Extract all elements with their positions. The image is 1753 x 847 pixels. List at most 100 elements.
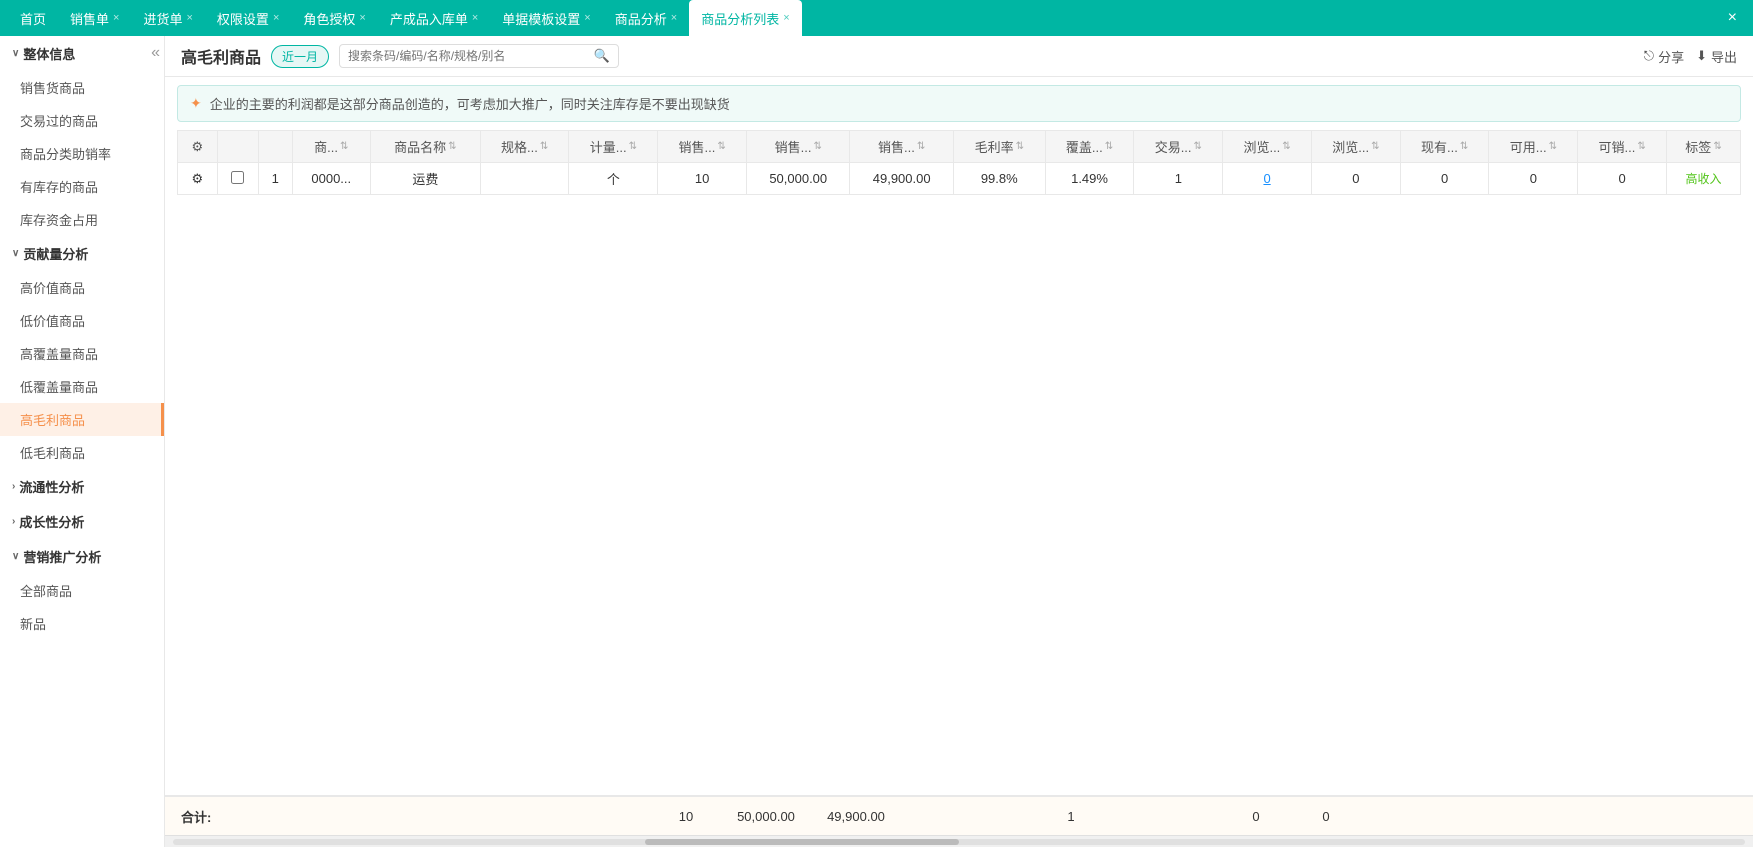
sort-icon-spec[interactable]: ⇅ [540, 141, 548, 152]
info-banner-text: 企业的主要的利润都是这部分商品创造的，可考虑加大推广，同时关注库存是不要出现缺货 [210, 94, 730, 113]
footer-cell-9: 49,900.00 [811, 809, 901, 824]
close-tab-icon[interactable]: × [584, 12, 590, 24]
col-header-code[interactable]: 商...⇅ [292, 131, 370, 163]
sort-icon-unit[interactable]: ⇅ [629, 141, 637, 152]
sidebar-item-inventory-ratio[interactable]: 库存资金占用 [0, 203, 164, 236]
export-button[interactable]: ⬇ 导出 [1696, 47, 1737, 66]
group-arrow-overall: ∨ [12, 48, 19, 59]
export-label: 导出 [1711, 47, 1737, 66]
share-button[interactable]: ⎋ 分享 [1644, 47, 1684, 66]
sidebar-item-high-margin[interactable]: 高毛利商品 [0, 403, 164, 436]
sidebar-item-new-products[interactable]: 新品 [0, 607, 164, 640]
col-header-browse1[interactable]: 浏览...⇅ [1223, 131, 1312, 163]
sidebar-group-title-overall[interactable]: ∨整体信息 [0, 36, 164, 71]
sidebar-item-sales-ranking[interactable]: 销售货商品 [0, 71, 164, 104]
data-table: ⚙商...⇅商品名称⇅规格...⇅计量...⇅销售...⇅销售...⇅销售...… [177, 130, 1741, 195]
sort-icon-tag[interactable]: ⇅ [1713, 141, 1721, 152]
sort-icon-code[interactable]: ⇅ [340, 141, 348, 152]
col-header-coverage[interactable]: 覆盖...⇅ [1045, 131, 1134, 163]
bottom-scrollbar[interactable] [165, 835, 1753, 847]
col-header-gross_margin[interactable]: 毛利率⇅ [953, 131, 1045, 163]
sort-icon-current_stock[interactable]: ⇅ [1460, 141, 1468, 152]
sidebar-group-title-marketing[interactable]: ∨营销推广分析 [0, 539, 164, 574]
sidebar-item-inventoried[interactable]: 有库存的商品 [0, 170, 164, 203]
nav-tab-sales[interactable]: 销售单× [58, 0, 131, 36]
col-header-current_stock[interactable]: 现有...⇅ [1400, 131, 1489, 163]
col-header-sales_amount[interactable]: 销售...⇅ [747, 131, 850, 163]
search-icon[interactable]: 🔍 [594, 48, 610, 64]
sidebar-item-high-freq[interactable]: 高覆盖量商品 [0, 337, 164, 370]
col-header-transaction[interactable]: 交易...⇅ [1134, 131, 1223, 163]
nav-tab-home[interactable]: 首页 [8, 0, 58, 36]
filter-tag[interactable]: 近一月 [271, 45, 329, 68]
nav-tab-templates[interactable]: 单据模板设置× [490, 0, 602, 36]
sort-icon-sales_cost[interactable]: ⇅ [917, 141, 925, 152]
sort-icon-sellable[interactable]: ⇅ [1637, 141, 1645, 152]
group-label-flow: 流通性分析 [19, 477, 84, 496]
sidebar-group-title-growth[interactable]: › 成长性分析 [0, 504, 164, 539]
col-header-name[interactable]: 商品名称⇅ [370, 131, 480, 163]
col-header-sales_cost[interactable]: 销售...⇅ [850, 131, 953, 163]
close-tab-icon[interactable]: × [113, 12, 119, 24]
group-arrow-growth: › [12, 516, 15, 527]
col-header-sellable[interactable]: 可销...⇅ [1578, 131, 1667, 163]
sidebar-item-high-value[interactable]: 高价值商品 [0, 271, 164, 304]
footer-cell-0 [231, 809, 271, 824]
sort-icon-sales_qty[interactable]: ⇅ [717, 141, 725, 152]
nav-tab-label: 进货单 [143, 9, 182, 28]
close-tab-icon[interactable]: × [783, 12, 789, 24]
footer-cell-7: 10 [651, 809, 721, 824]
sort-icon-transaction[interactable]: ⇅ [1194, 141, 1202, 152]
col-header-tag[interactable]: 标签⇅ [1667, 131, 1741, 163]
sort-icon-sales_amount[interactable]: ⇅ [813, 141, 821, 152]
sort-icon-available[interactable]: ⇅ [1549, 141, 1557, 152]
group-label-financial: 贡献量分析 [23, 244, 88, 263]
share-icon: ⎋ [1644, 48, 1654, 64]
search-input[interactable] [348, 49, 590, 63]
sidebar-group-title-flow[interactable]: ›流通性分析 [0, 469, 164, 504]
nav-tab-permissions[interactable]: 权限设置× [205, 0, 291, 36]
nav-tab-analysis-list[interactable]: 商品分析列表× [689, 0, 801, 36]
sidebar-item-all-products[interactable]: 全部商品 [0, 574, 164, 607]
link-row-browse1[interactable]: 0 [1263, 171, 1270, 186]
col-header-available[interactable]: 可用...⇅ [1489, 131, 1578, 163]
col-header-unit[interactable]: 计量...⇅ [569, 131, 658, 163]
sort-icon-gross_margin[interactable]: ⇅ [1016, 141, 1024, 152]
close-all-button[interactable]: × [1720, 0, 1745, 36]
close-tab-icon[interactable]: × [273, 12, 279, 24]
row-browse1[interactable]: 0 [1223, 163, 1312, 195]
sidebar-group-title-financial[interactable]: ∨贡献量分析 [0, 236, 164, 271]
settings-icon[interactable]: ⚙ [178, 163, 218, 195]
sidebar-item-low-margin[interactable]: 低毛利商品 [0, 436, 164, 469]
col-header-sales_qty[interactable]: 销售...⇅ [658, 131, 747, 163]
row-gross-margin: 99.8% [953, 163, 1045, 195]
row-num: 1 [259, 163, 292, 195]
group-label-growth: 成长性分析 [19, 512, 84, 531]
close-tab-icon[interactable]: × [671, 12, 677, 24]
sidebar-collapse-button[interactable]: « [151, 44, 160, 62]
sidebar-item-assist-rate[interactable]: 商品分类助销率 [0, 137, 164, 170]
export-icon: ⬇ [1696, 48, 1707, 64]
sort-icon-browse2[interactable]: ⇅ [1371, 141, 1379, 152]
close-tab-icon[interactable]: × [472, 12, 478, 24]
sidebar-item-low-value[interactable]: 低价值商品 [0, 304, 164, 337]
close-tab-icon[interactable]: × [359, 12, 365, 24]
col-header-spec[interactable]: 规格...⇅ [480, 131, 569, 163]
nav-tab-roles[interactable]: 角色授权× [291, 0, 377, 36]
nav-tab-analysis[interactable]: 商品分析× [603, 0, 689, 36]
footer-cell-11 [971, 809, 1041, 824]
nav-tab-products[interactable]: 产成品入库单× [378, 0, 490, 36]
row-sales-qty: 10 [658, 163, 747, 195]
sidebar-item-traded[interactable]: 交易过的商品 [0, 104, 164, 137]
row-sales-cost: 49,900.00 [850, 163, 953, 195]
nav-tab-purchase[interactable]: 进货单 × [131, 0, 204, 36]
close-tab-icon[interactable]: × [186, 12, 192, 24]
row-code: 0000... [292, 163, 370, 195]
top-nav-bar: 首页销售单×进货单×权限设置×角色授权×产成品入库单×单据模板设置×商品分析×商… [0, 0, 1753, 36]
sort-icon-browse1[interactable]: ⇅ [1282, 141, 1290, 152]
sort-icon-coverage[interactable]: ⇅ [1105, 141, 1113, 152]
row-checkbox[interactable] [231, 171, 244, 184]
sidebar-item-low-freq[interactable]: 低覆盖量商品 [0, 370, 164, 403]
sort-icon-name[interactable]: ⇅ [448, 141, 456, 152]
col-header-browse2[interactable]: 浏览...⇅ [1311, 131, 1400, 163]
